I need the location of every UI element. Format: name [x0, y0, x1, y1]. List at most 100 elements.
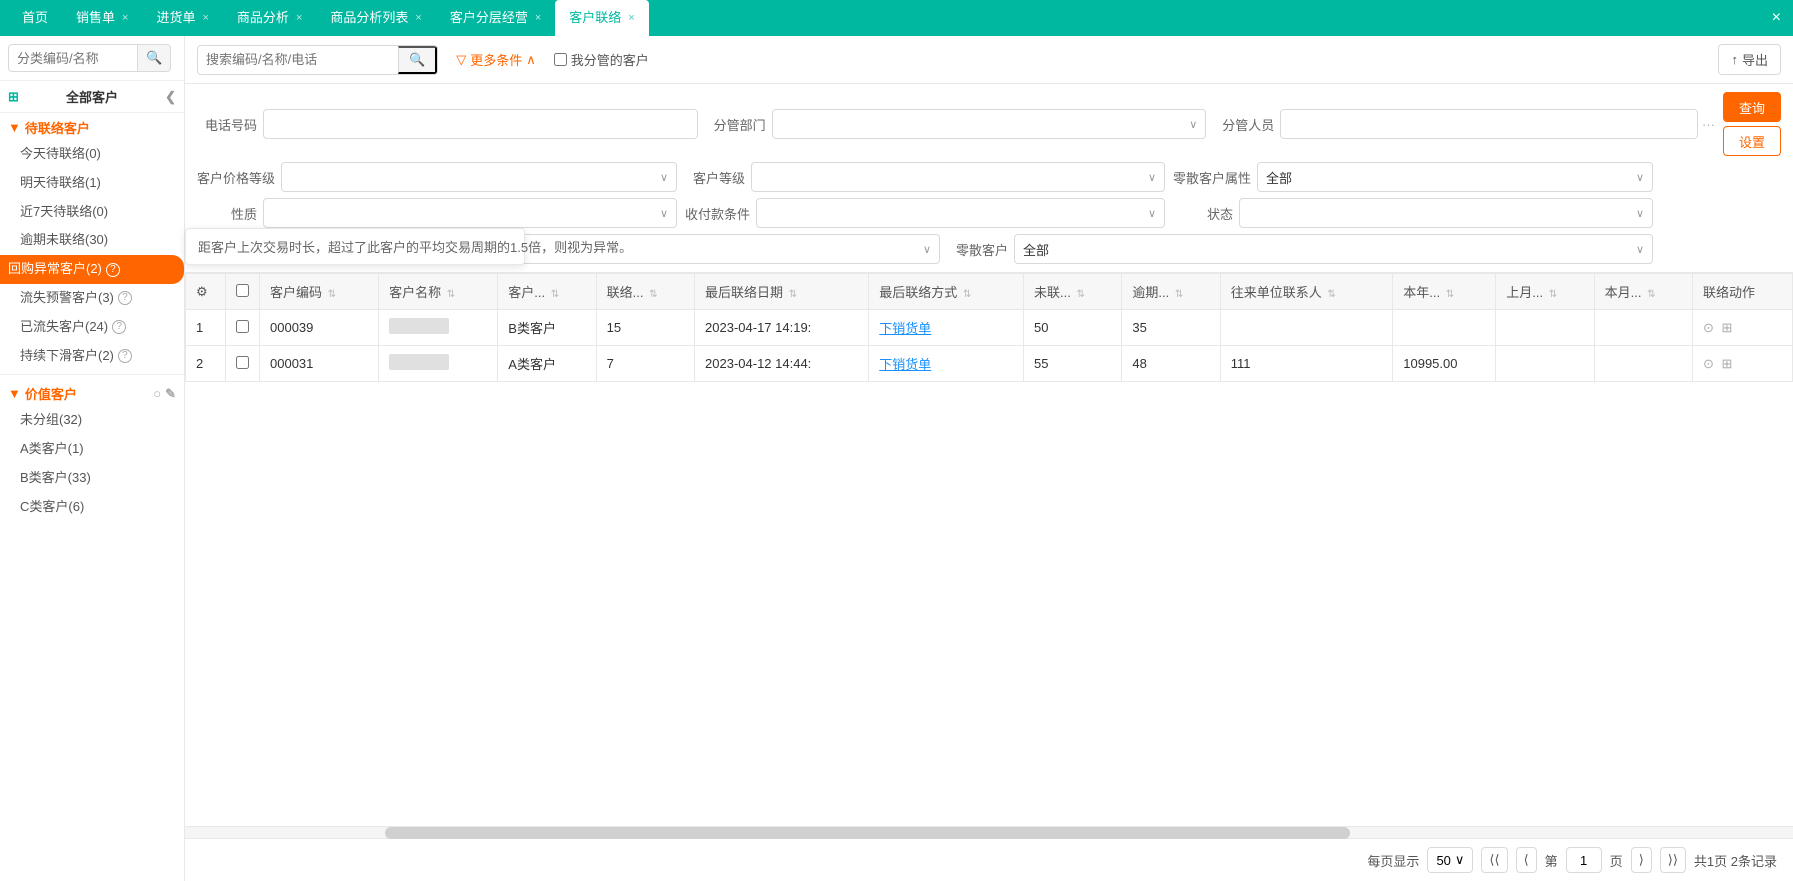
more-filter-button[interactable]: ▽ 更多条件 ∧ — [448, 50, 544, 69]
last-page-button[interactable]: ⟩⟩ — [1660, 847, 1686, 873]
add-group-icon[interactable]: ○ — [153, 386, 161, 402]
sidebar: 🔍 ⊞ 全部客户 ❮ ▼ 待联络客户 今天待联络(0) 明天待联络(1) 近7天… — [0, 36, 185, 881]
sort-icon[interactable]: ⇅ — [649, 289, 657, 300]
sort-icon[interactable]: ⇅ — [789, 289, 797, 300]
dept-select[interactable]: ∨ — [772, 109, 1207, 139]
sidebar-item-unclassified[interactable]: 未分组(32) — [0, 406, 184, 435]
row1-more-icon[interactable]: ⊞ — [1722, 320, 1733, 335]
first-page-button[interactable]: ⟨⟨ — [1481, 847, 1507, 873]
main-layout: 🔍 ⊞ 全部客户 ❮ ▼ 待联络客户 今天待联络(0) 明天待联络(1) 近7天… — [0, 36, 1793, 881]
close-customer-contact-tab[interactable]: × — [628, 0, 634, 36]
payment-select[interactable]: ∨ — [756, 198, 1165, 228]
search-box: 🔍 — [197, 45, 438, 75]
triangle-icon-value: ▼ — [8, 386, 21, 401]
chevron-down-icon: ∨ — [1189, 118, 1197, 131]
page-size-select[interactable]: 50 ∨ — [1427, 847, 1473, 873]
sort-icon[interactable]: ⇅ — [1175, 289, 1183, 300]
nature-select[interactable]: ∨ — [263, 198, 677, 228]
nav-customer-contact[interactable]: 客户联络 × — [555, 0, 648, 36]
sort-icon[interactable]: ⇅ — [1549, 289, 1557, 300]
sidebar-item-tomorrow[interactable]: 明天待联络(1) — [0, 169, 184, 198]
sort-icon[interactable]: ⇅ — [1327, 289, 1335, 300]
retail-customer-select[interactable]: 全部 ∨ — [1014, 234, 1653, 264]
sidebar-item-b-class[interactable]: B类客户(33) — [0, 464, 184, 493]
phone-label: 电话号码 — [197, 115, 257, 134]
sidebar-item-a-class[interactable]: A类客户(1) — [0, 435, 184, 464]
row2-select-checkbox[interactable] — [236, 356, 249, 369]
sort-icon[interactable]: ⇅ — [1076, 289, 1084, 300]
search-button[interactable]: 🔍 — [398, 46, 437, 74]
close-purchase-tab[interactable]: × — [202, 0, 208, 36]
nav-sales[interactable]: 销售单 × — [62, 0, 142, 36]
close-product-analysis-list-tab[interactable]: × — [415, 0, 421, 36]
nav-customer-tier[interactable]: 客户分层经营 × — [436, 0, 555, 36]
table-row: 1 000039 B类客户 15 2023-04-17 14:19: 下销货单 — [186, 310, 1793, 346]
sidebar-item-today[interactable]: 今天待联络(0) — [0, 140, 184, 169]
customer-grade-label: 客户等级 — [685, 168, 745, 187]
close-product-analysis-tab[interactable]: × — [296, 0, 302, 36]
next-page-button[interactable]: ⟩ — [1631, 847, 1652, 873]
phone-input[interactable] — [263, 109, 698, 139]
more-icon[interactable]: ··· — [1702, 117, 1715, 132]
sidebar-item-declining[interactable]: 持续下滑客户(2) ? — [0, 342, 184, 371]
row2-last-contact-method[interactable]: 下销货单 — [869, 346, 1024, 382]
sidebar-value-group[interactable]: ▼ 价值客户 ○ ✎ — [0, 379, 184, 406]
export-button[interactable]: ↑ 导出 — [1718, 44, 1781, 75]
page-number-input[interactable] — [1566, 847, 1602, 873]
filter-phone: 电话号码 — [197, 109, 698, 139]
sidebar-item-loss-warning[interactable]: 流失预警客户(3) ? — [0, 284, 184, 313]
chevron-down-icon: ∨ — [1148, 171, 1156, 184]
row1-checkbox[interactable] — [226, 310, 260, 346]
row1-last-contact-method[interactable]: 下销货单 — [869, 310, 1024, 346]
filter-status: 状态 ∨ — [1173, 198, 1653, 228]
sidebar-search-input[interactable] — [8, 44, 138, 72]
sidebar-item-overdue[interactable]: 逾期未联络(30) — [0, 226, 184, 255]
settings-button[interactable]: 设置 — [1723, 126, 1781, 156]
sidebar-item-lost[interactable]: 已流失客户(24) ? — [0, 313, 184, 342]
manager-input[interactable] — [1280, 109, 1698, 139]
checkbox-col-header[interactable] — [226, 274, 260, 310]
horizontal-scrollbar[interactable] — [385, 827, 1350, 839]
edit-group-icon[interactable]: ✎ — [165, 386, 176, 402]
my-customers-checkbox-label[interactable]: 我分管的客户 — [554, 50, 649, 69]
nav-home[interactable]: 首页 — [8, 0, 62, 36]
sort-icon[interactable]: ⇅ — [1647, 289, 1655, 300]
customer-grade-select[interactable]: ∨ — [751, 162, 1165, 192]
nav-purchase[interactable]: 进货单 × — [142, 0, 222, 36]
status-select[interactable]: ∨ — [1239, 198, 1653, 228]
sidebar-collapse-btn[interactable]: ❮ — [165, 89, 176, 105]
sort-icon[interactable]: ⇅ — [551, 289, 559, 300]
table-area: ⚙ 客户编码 ⇅ 客户名称 ⇅ — [185, 273, 1793, 826]
search-input[interactable] — [198, 52, 398, 67]
retail-attr-select[interactable]: 全部 ∨ — [1257, 162, 1653, 192]
nav-product-analysis[interactable]: 商品分析 × — [223, 0, 316, 36]
row2-more-icon[interactable]: ⊞ — [1722, 356, 1733, 371]
prev-page-button[interactable]: ⟨ — [1516, 847, 1537, 873]
sort-icon[interactable]: ⇅ — [328, 289, 336, 300]
overdue-col-header: 逾期... ⇅ — [1122, 274, 1220, 310]
sidebar-waiting-contact-group[interactable]: ▼ 待联络客户 — [0, 113, 184, 140]
row2-link-icon[interactable]: ⊙ — [1703, 356, 1714, 371]
my-customers-checkbox[interactable] — [554, 53, 567, 66]
close-sales-tab[interactable]: × — [122, 0, 128, 36]
row2-checkbox[interactable] — [226, 346, 260, 382]
sidebar-item-c-class[interactable]: C类客户(6) — [0, 493, 184, 522]
price-grade-select[interactable]: ∨ — [281, 162, 677, 192]
row1-contact-count: 15 — [596, 310, 694, 346]
query-button[interactable]: 查询 — [1723, 92, 1781, 122]
close-customer-tier-tab[interactable]: × — [535, 0, 541, 36]
sidebar-item-repurchase-abnormal[interactable]: 回购异常客户(2) ? — [0, 255, 184, 284]
close-window-btn[interactable]: × — [1772, 9, 1781, 27]
sidebar-search-button[interactable]: 🔍 — [138, 44, 171, 72]
nav-product-analysis-list[interactable]: 商品分析列表 × — [316, 0, 435, 36]
sort-icon[interactable]: ⇅ — [1446, 289, 1454, 300]
page-suffix-label: 页 — [1610, 851, 1623, 870]
row1-link-icon[interactable]: ⊙ — [1703, 320, 1714, 335]
sort-icon[interactable]: ⇅ — [447, 289, 455, 300]
sidebar-all-customers[interactable]: ⊞ 全部客户 ❮ — [0, 81, 184, 113]
select-all-checkbox[interactable] — [236, 284, 249, 297]
sort-icon[interactable]: ⇅ — [963, 289, 971, 300]
sidebar-item-7days[interactable]: 近7天待联络(0) — [0, 198, 184, 227]
settings-col-header[interactable]: ⚙ — [186, 274, 226, 310]
row1-select-checkbox[interactable] — [236, 320, 249, 333]
